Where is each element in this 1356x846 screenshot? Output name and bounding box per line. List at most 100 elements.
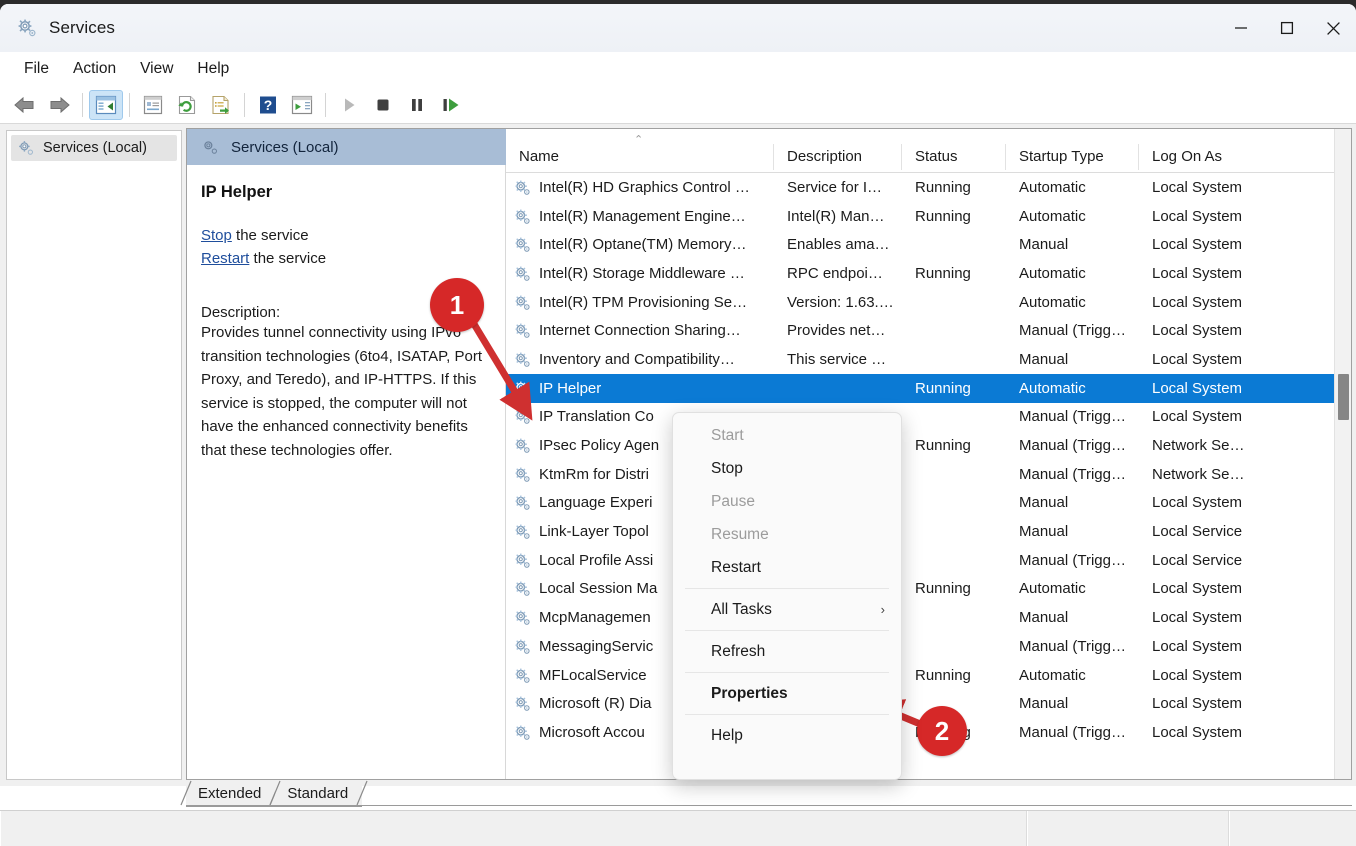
table-row[interactable]: Intel(R) Management Engine… Intel(R) Man……: [506, 202, 1351, 231]
table-row[interactable]: Intel(R) TPM Provisioning Se… Version: 1.…: [506, 288, 1351, 317]
services-gear-icon: [17, 139, 35, 157]
context-menu-item-all-tasks[interactable]: All Tasks ›: [673, 593, 901, 626]
tab-standard[interactable]: Standard: [269, 780, 368, 807]
restart-service-link[interactable]: Restart: [201, 250, 249, 267]
menu-separator: [685, 630, 889, 631]
column-header-name[interactable]: Name ⌃: [506, 134, 774, 170]
cell-startup-type: Automatic: [1019, 293, 1086, 311]
refresh-icon[interactable]: [170, 90, 204, 120]
cell-description: Enables ama…: [787, 236, 890, 254]
toolbar-tree-group: [89, 86, 123, 123]
service-name-label: Intel(R) Storage Middleware …: [539, 264, 745, 282]
column-header-status[interactable]: Status: [902, 143, 1006, 170]
annotation-badge-2: 2: [917, 706, 967, 756]
table-row[interactable]: IPsec Policy Agen Running Manual (Trigg… Ne…: [506, 431, 1351, 460]
table-row[interactable]: KtmRm for Distri Manual (Trigg… Network Se…: [506, 460, 1351, 489]
service-context-menu[interactable]: Start Stop Pause Resume Restart All Tasks › Ref…: [672, 412, 902, 780]
table-row[interactable]: McpManagemen Manual Local System: [506, 603, 1351, 632]
menu-separator: [685, 672, 889, 673]
service-gear-icon: [513, 436, 532, 455]
minimize-button[interactable]: [1218, 4, 1264, 52]
scrollbar-thumb[interactable]: [1338, 374, 1349, 420]
context-menu-item-pause: Pause: [673, 485, 901, 518]
forward-arrow-icon[interactable]: [42, 90, 76, 120]
service-gear-icon: [513, 178, 532, 197]
service-gear-icon: [513, 407, 532, 426]
stop-service-icon[interactable]: [366, 90, 400, 120]
table-row[interactable]: Intel(R) Storage Middleware … RPC endpoi……: [506, 259, 1351, 288]
column-header-description[interactable]: Description: [774, 143, 902, 170]
cell-log-on-as: Local System: [1152, 207, 1243, 225]
context-menu-item-properties[interactable]: Properties: [673, 677, 901, 710]
close-button[interactable]: [1310, 4, 1356, 52]
service-name-label: Intel(R) Optane(TM) Memory…: [539, 236, 747, 254]
table-row[interactable]: Local Profile Assi Manual (Trigg… Local Se…: [506, 546, 1351, 575]
context-menu-item-label: Resume: [711, 525, 769, 543]
menu-view[interactable]: View: [128, 57, 185, 81]
cell-name: Internet Connection Sharing…: [506, 321, 774, 340]
service-gear-icon: [513, 264, 532, 283]
cell-status: Running: [915, 379, 971, 397]
cell-log-on-as: Local System: [1152, 494, 1243, 512]
table-row[interactable]: IP Helper Running Automatic Local System: [506, 373, 1351, 403]
service-gear-icon: [513, 350, 532, 369]
context-menu-item-label: Help: [711, 726, 743, 744]
context-menu-item-refresh[interactable]: Refresh: [673, 635, 901, 668]
detail-banner: Services (Local): [187, 129, 506, 165]
export-list-icon[interactable]: [204, 90, 238, 120]
table-row[interactable]: Intel(R) HD Graphics Control … Service fo…: [506, 173, 1351, 202]
cell-log-on-as: Local System: [1152, 723, 1243, 741]
table-row[interactable]: Internet Connection Sharing… Provides net…: [506, 316, 1351, 345]
table-row[interactable]: Intel(R) Optane(TM) Memory… Enables ama… M…: [506, 230, 1351, 259]
status-bar: [0, 810, 1356, 846]
context-menu-item-stop[interactable]: Stop: [673, 452, 901, 485]
start-service-icon[interactable]: [332, 90, 366, 120]
cell-log-on-as: Local System: [1152, 408, 1243, 426]
cell-log-on-as: Local System: [1152, 322, 1243, 340]
restart-service-suffix: the service: [249, 250, 327, 267]
help-icon[interactable]: ?: [251, 90, 285, 120]
maximize-icon: [1280, 21, 1294, 35]
table-row[interactable]: MFLocalService Running Automatic Local Syst…: [506, 661, 1351, 690]
table-row[interactable]: Link-Layer Topol Manual Local Service: [506, 517, 1351, 546]
tab-extended[interactable]: Extended: [180, 780, 281, 807]
properties-icon[interactable]: [136, 90, 170, 120]
back-arrow-icon[interactable]: [8, 90, 42, 120]
table-row[interactable]: MessagingServic Manual (Trigg… Local Syste…: [506, 632, 1351, 661]
title-bar: Services: [0, 4, 1356, 53]
pause-service-icon[interactable]: [400, 90, 434, 120]
service-name-label: MessagingServic: [539, 637, 654, 655]
tab-baseline: [186, 805, 1352, 806]
service-name-label: McpManagemen: [539, 609, 651, 627]
cell-startup-type: Automatic: [1019, 178, 1086, 196]
maximize-button[interactable]: [1264, 4, 1310, 52]
stop-service-suffix: the service: [231, 227, 309, 244]
table-row[interactable]: IP Translation Co Manual (Trigg… Local Sys…: [506, 403, 1351, 432]
status-pane-3: [1229, 811, 1356, 846]
show-hide-action-pane-icon[interactable]: [285, 90, 319, 120]
tab-label: Extended: [198, 784, 262, 802]
sidebar-item-label: Services (Local): [43, 140, 147, 156]
cell-log-on-as: Local System: [1152, 379, 1243, 397]
context-menu-item-restart[interactable]: Restart: [673, 551, 901, 584]
cell-startup-type: Manual: [1019, 523, 1069, 541]
menu-separator: [685, 588, 889, 589]
column-header-log-on-as[interactable]: Log On As: [1139, 144, 1259, 170]
context-menu-item-help[interactable]: Help: [673, 719, 901, 752]
vertical-scrollbar[interactable]: [1334, 129, 1351, 779]
restart-service-icon[interactable]: [434, 90, 468, 120]
menu-help[interactable]: Help: [185, 57, 241, 81]
menu-action[interactable]: Action: [61, 57, 128, 81]
service-name-label: Intel(R) TPM Provisioning Se…: [539, 293, 748, 311]
table-row[interactable]: Language Experi Manual Local System: [506, 489, 1351, 518]
table-row[interactable]: Local Session Ma Running Automatic Local Sy…: [506, 575, 1351, 604]
column-header-startup-type[interactable]: Startup Type: [1006, 143, 1139, 170]
show-hide-console-tree-icon[interactable]: [89, 89, 123, 120]
stop-service-link[interactable]: Stop: [201, 227, 232, 244]
table-row[interactable]: Inventory and Compatibility… This service…: [506, 345, 1351, 374]
tab-strip: Extended Standard: [180, 780, 368, 807]
cell-log-on-as: Local System: [1152, 350, 1243, 368]
menu-file[interactable]: File: [12, 57, 61, 81]
toolbar-separator: [129, 92, 130, 117]
sidebar-item-services-local[interactable]: Services (Local): [11, 135, 177, 161]
